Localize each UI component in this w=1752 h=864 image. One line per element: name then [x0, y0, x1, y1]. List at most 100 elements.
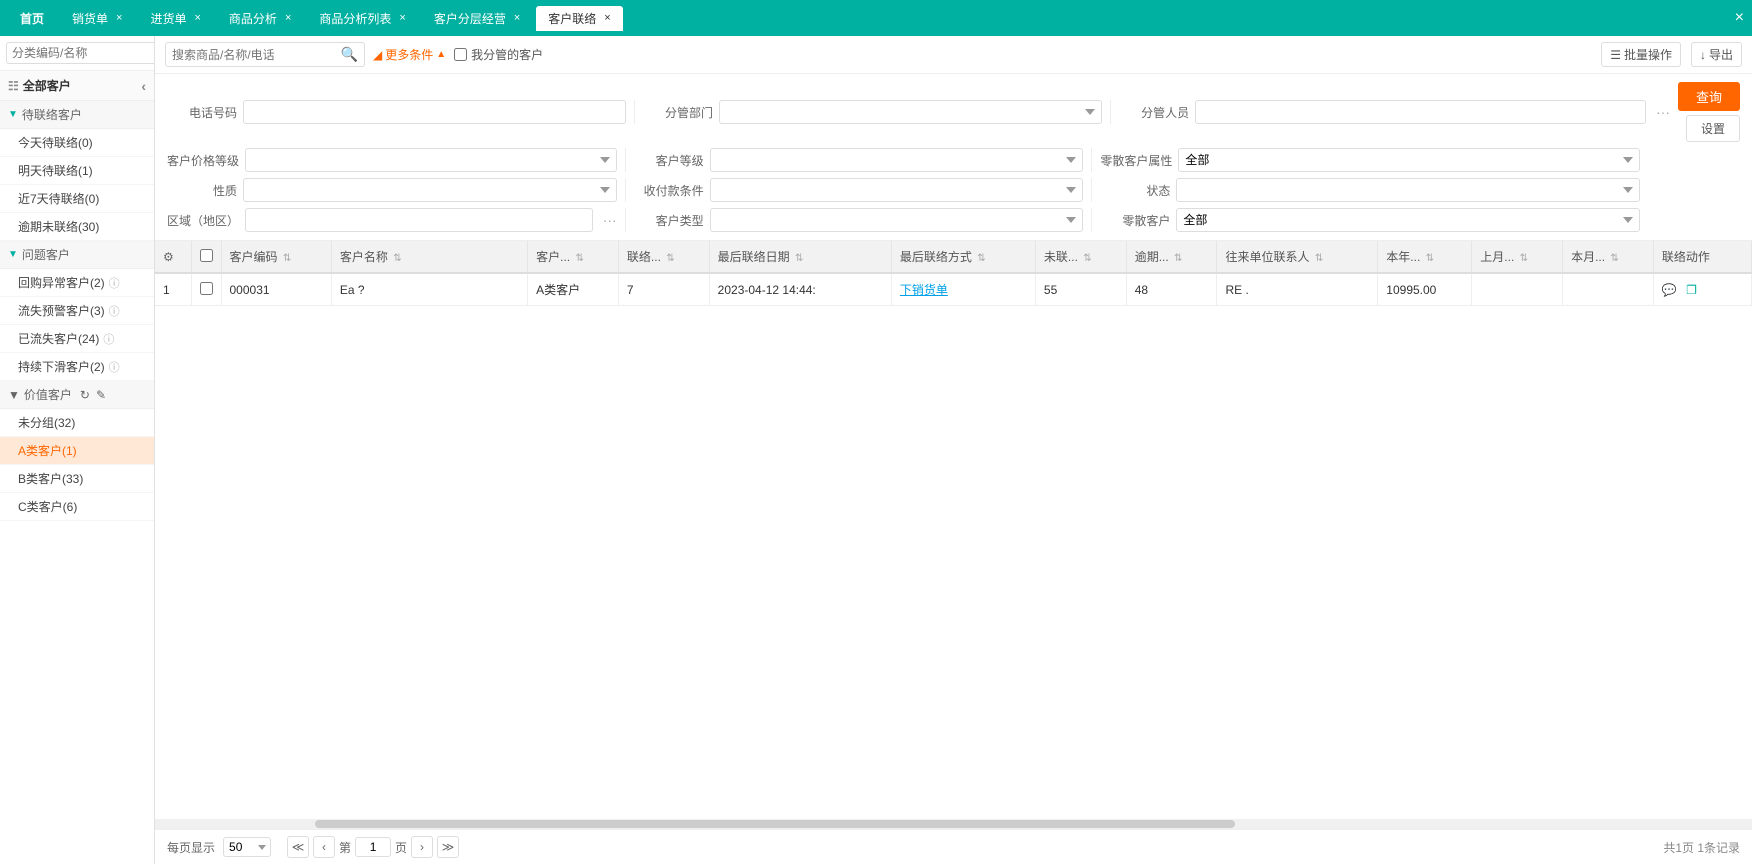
page-size-select[interactable]: 50 10 20 100: [223, 837, 271, 857]
row-contact-count: 7: [618, 273, 709, 306]
data-table-container: ⚙ 客户编码 ⇅ 客户名称 ⇅: [155, 241, 1752, 819]
status-select[interactable]: [1176, 178, 1640, 202]
person-dots-icon[interactable]: ···: [1656, 104, 1670, 120]
tab-home[interactable]: 首页: [8, 6, 56, 31]
sort-this-month-icon[interactable]: ⇅: [1610, 253, 1618, 264]
sort-last-month-icon[interactable]: ⇅: [1520, 253, 1528, 264]
row-checkbox[interactable]: [200, 282, 213, 295]
export-button[interactable]: ↓ 导出: [1691, 42, 1742, 67]
prev-page-button[interactable]: ‹: [313, 836, 335, 858]
reload-icon[interactable]: ↻: [80, 388, 90, 402]
toolbar: 🔍 ◢ 更多条件 ▲ 我分管的客户 ☰ 批量操作 ↓ 导出: [155, 36, 1752, 74]
edit-icon[interactable]: ✎: [96, 388, 106, 402]
first-page-button[interactable]: ≪: [287, 836, 309, 858]
tab-customer-tier-close[interactable]: ×: [514, 12, 520, 24]
my-customer-checkbox-label[interactable]: 我分管的客户: [454, 46, 543, 63]
tab-goods-analysis[interactable]: 商品分析 ×: [217, 6, 303, 31]
sort-name-icon[interactable]: ⇅: [393, 253, 401, 264]
main-search-icon[interactable]: 🔍: [341, 46, 358, 63]
tab-goods-analysis-close[interactable]: ×: [285, 12, 291, 24]
tab-sales-close[interactable]: ×: [116, 12, 122, 24]
section-pending-contact[interactable]: ▼ 待联络客户: [0, 101, 154, 129]
sort-overdue-icon[interactable]: ⇅: [1174, 253, 1182, 264]
sidebar-item-b-class[interactable]: B类客户(33): [0, 465, 154, 493]
tab-purchase-close[interactable]: ×: [194, 12, 200, 24]
retail-customer-select[interactable]: 全部: [1176, 208, 1640, 232]
th-overdue-label: 逾期...: [1135, 250, 1169, 264]
sidebar-item-lost[interactable]: 已流失客户(24) ⓘ: [0, 325, 154, 353]
tab-goods-list-close[interactable]: ×: [399, 12, 405, 24]
sidebar-item-overdue-contact[interactable]: 逾期未联络(30): [0, 213, 154, 241]
tab-purchase[interactable]: 进货单 ×: [138, 6, 212, 31]
gear-icon[interactable]: ⚙: [163, 250, 174, 264]
filter-more-button[interactable]: ◢ 更多条件 ▲: [373, 46, 446, 63]
tab-customer-contact-close[interactable]: ×: [604, 12, 610, 24]
action-qr-icon[interactable]: ❐: [1686, 283, 1697, 297]
sort-no-contact-icon[interactable]: ⇅: [1083, 253, 1091, 264]
sidebar-search-input[interactable]: [6, 42, 155, 64]
page-number-input[interactable]: [355, 837, 391, 857]
dept-select[interactable]: [719, 100, 1102, 124]
customer-type-select[interactable]: [710, 208, 1084, 232]
a-class-label: A类客户(1): [18, 442, 77, 459]
sort-company-icon[interactable]: ⇅: [1315, 253, 1323, 264]
sidebar-item-today-contact[interactable]: 今天待联络(0): [0, 129, 154, 157]
sort-contact-count-icon[interactable]: ⇅: [666, 253, 674, 264]
sidebar-item-declining[interactable]: 持续下滑客户(2) ⓘ: [0, 353, 154, 381]
tab-customer-contact-label: 客户联络: [548, 10, 596, 27]
customer-level-select[interactable]: [710, 148, 1084, 172]
phone-label: 电话号码: [167, 104, 237, 121]
th-contact-count-label: 联络...: [627, 250, 661, 264]
person-input[interactable]: [1195, 100, 1646, 124]
next-page-button[interactable]: ›: [411, 836, 433, 858]
th-gear[interactable]: ⚙: [155, 241, 191, 273]
select-all-checkbox[interactable]: [200, 249, 213, 262]
last-page-button[interactable]: ≫: [437, 836, 459, 858]
main-search-input[interactable]: [172, 48, 337, 62]
sort-this-year-icon[interactable]: ⇅: [1426, 253, 1434, 264]
sidebar-collapse-icon[interactable]: ‹: [141, 78, 146, 94]
sidebar-item-loss-warning[interactable]: 流失预警客户(3) ⓘ: [0, 297, 154, 325]
tab-sales[interactable]: 销货单 ×: [60, 6, 134, 31]
sort-code-icon[interactable]: ⇅: [283, 253, 291, 264]
sort-way-icon[interactable]: ⇅: [977, 253, 985, 264]
row-check: [191, 273, 221, 306]
phone-input[interactable]: [243, 100, 626, 124]
th-this-year-label: 本年...: [1386, 250, 1420, 264]
horizontal-scrollbar[interactable]: [155, 819, 1752, 829]
sidebar-item-c-class[interactable]: C类客户(6): [0, 493, 154, 521]
customer-level-wrapper: [710, 148, 1084, 172]
payment-select[interactable]: [710, 178, 1084, 202]
sort-class-icon[interactable]: ⇅: [576, 253, 584, 264]
query-button[interactable]: 查询: [1678, 82, 1740, 111]
loss-warning-label: 流失预警客户(3): [18, 302, 105, 319]
filter-row-2: 客户价格等级 客户等级 零散客户属性: [167, 148, 1740, 172]
close-all-button[interactable]: ×: [1735, 9, 1744, 27]
last-contact-way-link[interactable]: 下销货单: [900, 283, 948, 297]
nature-select[interactable]: [243, 178, 617, 202]
sidebar-item-a-class[interactable]: A类客户(1): [0, 437, 154, 465]
sort-last-date-icon[interactable]: ⇅: [795, 253, 803, 264]
tab-customer-contact[interactable]: 客户联络 ×: [536, 6, 622, 31]
scrollbar-thumb[interactable]: [315, 820, 1235, 828]
price-level-select[interactable]: [245, 148, 617, 172]
batch-op-button[interactable]: ☰ 批量操作: [1601, 42, 1681, 67]
action-contact-icon[interactable]: 💬: [1662, 283, 1677, 297]
search-box: 🔍: [165, 42, 365, 67]
declining-label: 持续下滑客户(2): [18, 358, 105, 375]
tab-goods-list[interactable]: 商品分析列表 ×: [307, 6, 417, 31]
my-customer-checkbox[interactable]: [454, 48, 467, 61]
sidebar-item-repurchase-abnormal[interactable]: 回购异常客户(2) ⓘ: [0, 269, 154, 297]
top-nav: 首页 销货单 × 进货单 × 商品分析 × 商品分析列表 × 客户分层经营 × …: [0, 0, 1752, 36]
sidebar-item-ungroup[interactable]: 未分组(32): [0, 409, 154, 437]
tab-customer-tier[interactable]: 客户分层经营 ×: [422, 6, 532, 31]
sidebar-item-tomorrow-contact[interactable]: 明天待联络(1): [0, 157, 154, 185]
sidebar-item-week-contact[interactable]: 近7天待联络(0): [0, 185, 154, 213]
page-label: 第: [339, 839, 351, 856]
settings-button[interactable]: 设置: [1686, 115, 1740, 142]
retail-attr-select[interactable]: 全部: [1178, 148, 1640, 172]
region-input[interactable]: [245, 208, 593, 232]
section-problem-customers[interactable]: ▼ 问题客户: [0, 241, 154, 269]
section-value-customers[interactable]: ▼ 价值客户 ↻ ✎: [0, 381, 154, 409]
region-dots-icon[interactable]: ···: [603, 212, 617, 228]
